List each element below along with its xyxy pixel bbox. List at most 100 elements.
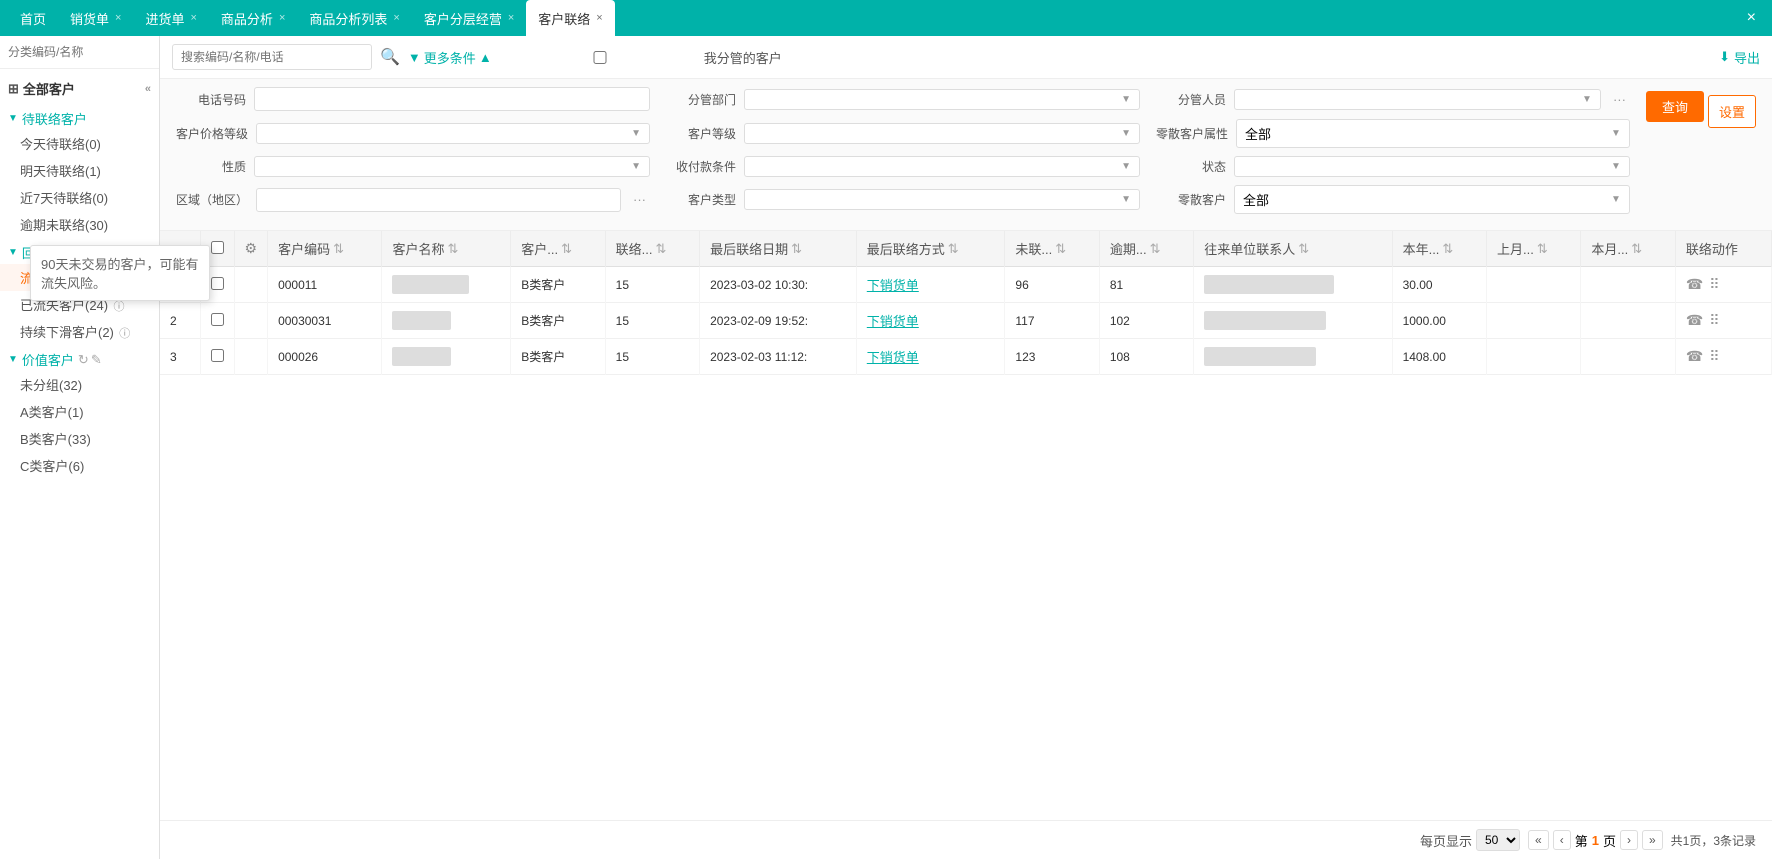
th-this-year[interactable]: 本年... ⇅ [1392,231,1486,267]
td-contact: 15 [605,303,699,339]
last-page-btn[interactable]: » [1642,830,1663,850]
th-this-month[interactable]: 本月... ⇅ [1581,231,1675,267]
td-checkbox[interactable] [200,339,234,375]
tab-customer-tier[interactable]: 客户分层经营 × [412,0,526,36]
td-code: 00030031 [268,303,382,339]
td-checkbox[interactable] [200,303,234,339]
th-last-month[interactable]: 上月... ⇅ [1487,231,1581,267]
td-contact: 15 [605,267,699,303]
sidebar-item-ungrouped[interactable]: 未分组(32) [0,371,159,398]
nature-select[interactable]: ▼ [254,156,650,177]
refresh-icon[interactable]: ↻ [78,352,89,368]
edit-icon[interactable]: ✎ [91,352,102,368]
th-name[interactable]: 客户名称 ⇅ [382,231,511,267]
first-page-btn[interactable]: « [1528,830,1549,850]
next-page-btn[interactable]: › [1620,830,1638,850]
payment-select[interactable]: ▼ [744,156,1140,177]
sidebar-search-bar[interactable]: 🔍 [0,36,159,69]
settings-button[interactable]: 设置 [1708,95,1756,128]
tab-sales-close[interactable]: × [115,12,121,24]
manager-label: 分管人员 [1156,91,1226,108]
tab-customer-contact[interactable]: 客户联络 × [526,0,614,36]
tab-purchase[interactable]: 进货单 × [133,0,208,36]
search-button[interactable]: 🔍 [380,47,400,67]
collapse-icon[interactable]: « [145,83,151,95]
th-unit-contact[interactable]: 往来单位联系人 ⇅ [1194,231,1392,267]
tab-analysis-list-close[interactable]: × [393,12,399,24]
sidebar-group-value[interactable]: ▼ 价值客户 ↻ ✎ [0,345,159,371]
cust-type-select[interactable]: ▼ [744,189,1140,210]
status-label: 状态 [1156,158,1226,175]
th-code[interactable]: 客户编码 ⇅ [268,231,382,267]
manager-arrow-icon: ▼ [1582,94,1592,105]
tab-customer-contact-close[interactable]: × [596,12,602,24]
row-checkbox[interactable] [211,313,224,326]
sidebar-group-pending[interactable]: ▼ 待联络客户 [0,104,159,130]
per-page-select[interactable]: 50 [1476,829,1520,851]
contact-way-link[interactable]: 下销货单 [867,278,919,293]
sidebar-item-class-c[interactable]: C类客户(6) [0,452,159,479]
close-all-tabs[interactable]: × [1739,9,1764,27]
filter-nature: 性质 ▼ [176,156,650,177]
th-type[interactable]: 客户... ⇅ [511,231,605,267]
region-input[interactable] [256,188,621,212]
tab-analysis-close[interactable]: × [279,12,285,24]
tab-home[interactable]: 首页 [8,0,58,36]
more-actions-icon[interactable]: ⠿ [1709,348,1719,365]
more-conditions-btn[interactable]: ▼ 更多条件 ▲ [408,48,492,67]
contact-icon[interactable]: ☎ [1686,276,1703,293]
table-settings-icon[interactable]: ⚙ [245,240,258,256]
sidebar-root[interactable]: ⊞ 全部客户 « [0,73,159,104]
tab-sales[interactable]: 销货单 × [58,0,133,36]
sidebar-item-tomorrow[interactable]: 明天待联络(1) [0,157,159,184]
sidebar-item-overdue[interactable]: 逾期未联络(30) [0,211,159,238]
contact-way-link[interactable]: 下销货单 [867,314,919,329]
contact-icon[interactable]: ☎ [1686,312,1703,329]
more-actions-icon[interactable]: ⠿ [1709,312,1719,329]
nature-label: 性质 [176,158,246,175]
my-customers-checkbox[interactable] [500,51,700,64]
contact-icon[interactable]: ☎ [1686,348,1703,365]
manager-more-btn[interactable]: ··· [1609,92,1630,107]
price-grade-select[interactable]: ▼ [256,123,650,144]
tab-purchase-close[interactable]: × [190,12,196,24]
th-contact[interactable]: 联络... ⇅ [605,231,699,267]
row-checkbox[interactable] [211,349,224,362]
td-settings-cell [234,303,268,339]
sort-icon-tm: ⇅ [1631,241,1642,257]
dept-arrow-icon: ▼ [1121,94,1131,105]
th-last-way[interactable]: 最后联络方式 ⇅ [856,231,1005,267]
th-uncontacted[interactable]: 未联... ⇅ [1005,231,1099,267]
search-input[interactable] [172,44,372,70]
my-customers-checkbox-label[interactable]: 我分管的客户 [500,48,782,67]
tab-analysis-list[interactable]: 商品分析列表 × [297,0,411,36]
region-more-btn[interactable]: ··· [629,192,650,207]
more-actions-icon[interactable]: ⠿ [1709,276,1719,293]
cust-grade-select[interactable]: ▼ [744,123,1140,144]
tab-customer-tier-close[interactable]: × [508,12,514,24]
sidebar-item-class-b[interactable]: B类客户(33) [0,425,159,452]
th-last-date[interactable]: 最后联络日期 ⇅ [700,231,857,267]
sidebar-item-declining[interactable]: 持续下滑客户(2) ⓘ [0,318,159,345]
row-checkbox[interactable] [211,277,224,290]
filter-bar: 🔍 ▼ 更多条件 ▲ 我分管的客户 ⬇ 导出 [160,36,1772,79]
manager-select[interactable]: ▼ [1234,89,1601,110]
query-button[interactable]: 查询 [1646,91,1704,122]
export-btn[interactable]: ⬇ 导出 [1719,48,1760,67]
th-overdue[interactable]: 逾期... ⇅ [1099,231,1193,267]
phone-input[interactable] [254,87,650,111]
sidebar-item-today[interactable]: 今天待联络(0) [0,130,159,157]
sidebar-search-input[interactable] [8,45,160,59]
select-all-checkbox[interactable] [211,241,224,254]
retail-select[interactable]: 全部 ▼ [1234,185,1630,214]
sidebar-item-7days[interactable]: 近7天待联络(0) [0,184,159,211]
retail-attr-select[interactable]: 全部 ▼ [1236,119,1630,148]
contact-way-link[interactable]: 下销货单 [867,350,919,365]
dept-select[interactable]: ▼ [744,89,1140,110]
cust-grade-label: 客户等级 [666,125,736,142]
status-select[interactable]: ▼ [1234,156,1630,177]
tab-analysis[interactable]: 商品分析 × [209,0,297,36]
sidebar-item-class-a[interactable]: A类客户(1) [0,398,159,425]
td-code: 000011 [268,267,382,303]
prev-page-btn[interactable]: ‹ [1553,830,1571,850]
